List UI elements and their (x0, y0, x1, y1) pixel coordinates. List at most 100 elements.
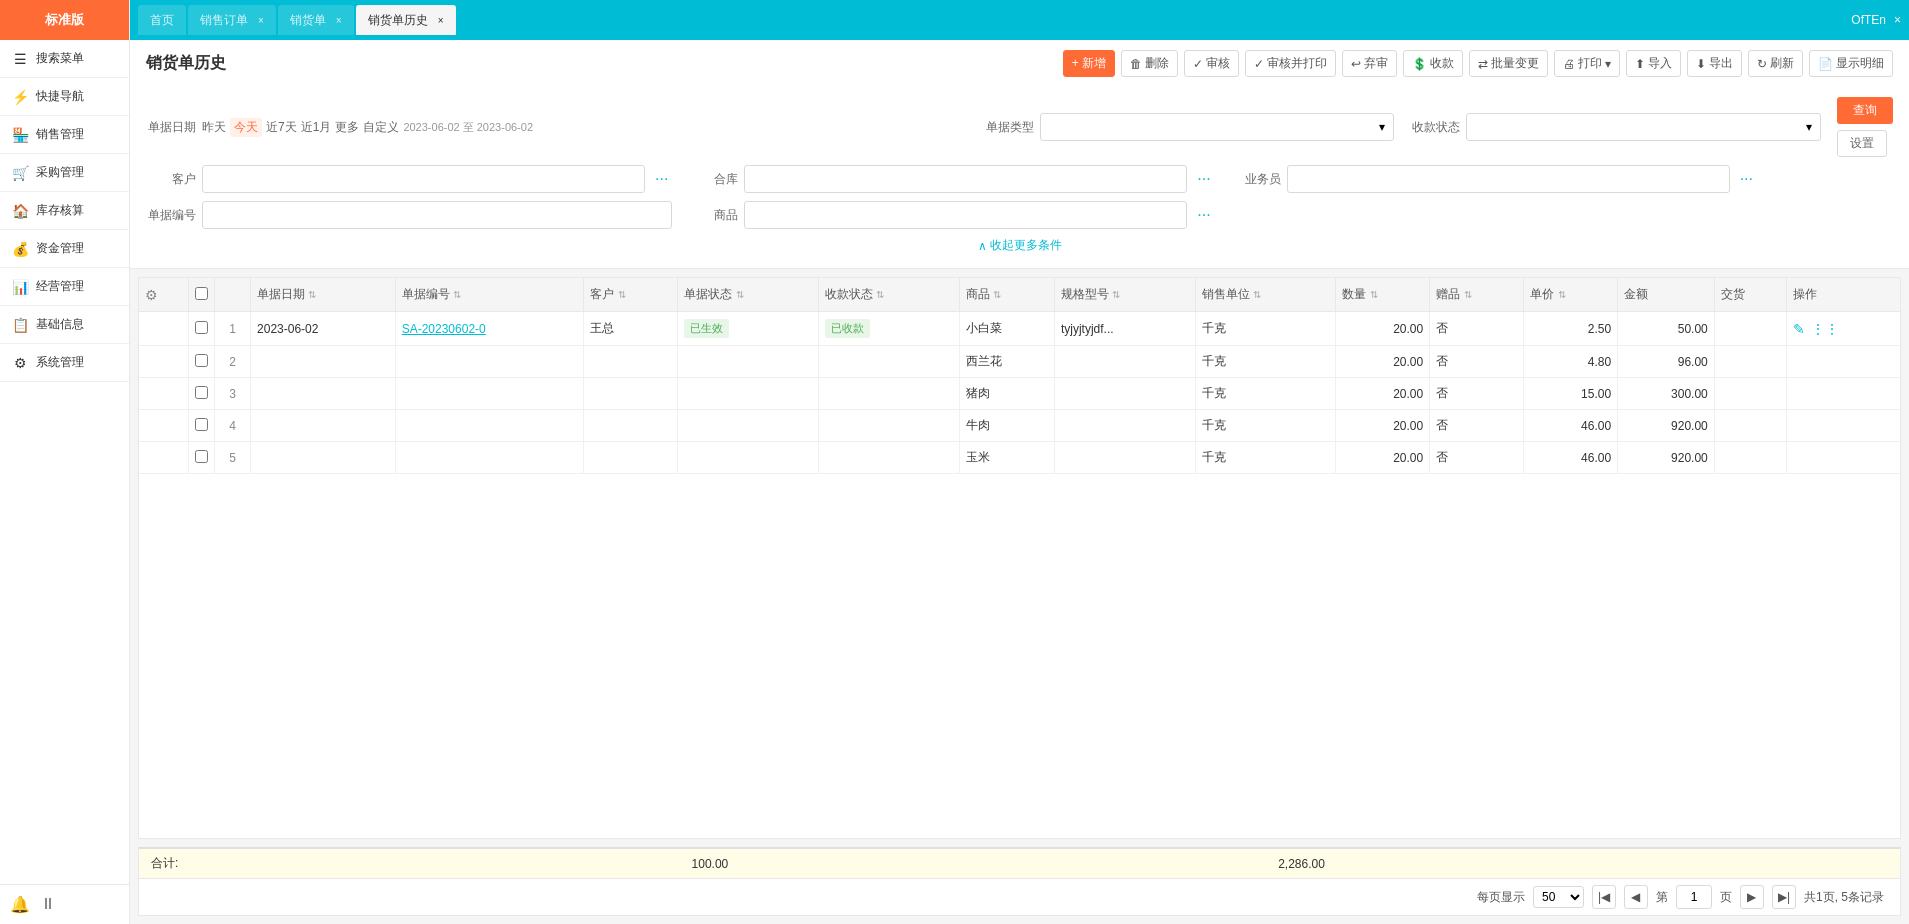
warehouse-input[interactable] (744, 165, 1187, 193)
business-ellipsis[interactable]: ··· (1736, 170, 1757, 188)
date-7days[interactable]: 近7天 (266, 119, 297, 136)
warehouse-ellipsis[interactable]: ··· (1193, 170, 1214, 188)
tab-sales-order[interactable]: 销售订单 × (188, 5, 276, 35)
td-no: 3 (215, 378, 251, 410)
sidebar-item-operations[interactable]: 📊 经营管理 (0, 268, 129, 306)
row-checkbox[interactable] (195, 321, 208, 334)
page-label: 第 (1656, 889, 1668, 906)
date-more[interactable]: 更多 (335, 119, 359, 136)
th-goods[interactable]: 商品 ⇅ (959, 278, 1054, 312)
first-page-button[interactable]: |◀ (1592, 885, 1616, 909)
th-gift[interactable]: 赠品 ⇅ (1430, 278, 1524, 312)
delete-button[interactable]: 🗑 删除 (1121, 50, 1178, 77)
td-no: 1 (215, 312, 251, 346)
sidebar-item-quick-nav[interactable]: ⚡ 快捷导航 (0, 78, 129, 116)
th-settings[interactable]: ⚙ (139, 278, 189, 312)
date-today[interactable]: 今天 (230, 118, 262, 137)
customer-ellipsis[interactable]: ··· (651, 170, 672, 188)
sidebar-item-basic-info[interactable]: 📋 基础信息 (0, 306, 129, 344)
topbar-right: OfTEn × (1851, 13, 1901, 27)
more-icon[interactable]: ⋮⋮ (1811, 321, 1839, 337)
import-button[interactable]: ⬆ 导入 (1626, 50, 1681, 77)
select-all-checkbox[interactable] (195, 287, 208, 300)
refresh-button[interactable]: ↻ 刷新 (1748, 50, 1803, 77)
sidebar-item-inventory[interactable]: 🏠 库存核算 (0, 192, 129, 230)
sidebar-item-purchase-mgmt[interactable]: 🛒 采购管理 (0, 154, 129, 192)
next-page-button[interactable]: ▶ (1740, 885, 1764, 909)
th-doc-no[interactable]: 单据编号 ⇅ (395, 278, 584, 312)
goods-ellipsis[interactable]: ··· (1193, 206, 1214, 224)
sidebar: 标准版 ☰ 搜索菜单 ⚡ 快捷导航 🏪 销售管理 🛒 采购管理 🏠 库存核算 💰… (0, 0, 130, 924)
collapse-filter-btn[interactable]: ∧ 收起更多条件 (146, 233, 1893, 258)
doc-type-select[interactable]: ▾ (1040, 113, 1395, 141)
audit-print-button[interactable]: ✓ 审核并打印 (1245, 50, 1336, 77)
pay-status-select[interactable]: ▾ (1466, 113, 1821, 141)
docstatus-sort-icon: ⇅ (736, 289, 744, 300)
page-number-input[interactable] (1676, 885, 1712, 909)
collect-button[interactable]: 💲 收款 (1403, 50, 1463, 77)
doc-no-link[interactable]: SA-20230602-0 (402, 322, 486, 336)
td-settings (139, 346, 189, 378)
row-checkbox[interactable] (195, 386, 208, 399)
sidebar-item-finance[interactable]: 💰 资金管理 (0, 230, 129, 268)
th-doc-status[interactable]: 单据状态 ⇅ (678, 278, 819, 312)
new-button[interactable]: + 新增 (1063, 50, 1115, 77)
main-area: 首页 销售订单 × 销货单 × 销货单历史 × OfTEn × 销货单历史 + … (130, 0, 1909, 924)
date-yesterday[interactable]: 昨天 (202, 119, 226, 136)
sidebar-item-system-mgmt[interactable]: ⚙ 系统管理 (0, 344, 129, 382)
sidebar-item-search-menu[interactable]: ☰ 搜索菜单 (0, 40, 129, 78)
abandon-button[interactable]: ↩ 弃审 (1342, 50, 1397, 77)
tab-home[interactable]: 首页 (138, 5, 186, 35)
goods-sort-icon: ⇅ (993, 289, 1001, 300)
settings-button[interactable]: 设置 (1837, 130, 1887, 157)
date-custom[interactable]: 自定义 (363, 119, 399, 136)
tab-sales-history-close[interactable]: × (438, 15, 444, 26)
row-checkbox[interactable] (195, 418, 208, 431)
column-settings-icon[interactable]: ⚙ (145, 287, 158, 303)
th-checkbox (189, 278, 215, 312)
td-date (251, 378, 396, 410)
pause-icon[interactable]: ⏸ (40, 895, 56, 914)
notification-icon[interactable]: 🔔 (10, 895, 30, 914)
th-customer[interactable]: 客户 ⇅ (584, 278, 678, 312)
td-gift: 否 (1430, 346, 1524, 378)
operations-icon: 📊 (12, 279, 28, 295)
business-input[interactable] (1287, 165, 1730, 193)
th-qty[interactable]: 数量 ⇅ (1336, 278, 1430, 312)
print-button[interactable]: 🖨 打印 ▾ (1554, 50, 1620, 77)
doc-no-input[interactable] (202, 201, 672, 229)
row-checkbox[interactable] (195, 450, 208, 463)
sidebar-item-sales-mgmt[interactable]: 🏪 销售管理 (0, 116, 129, 154)
date-1month[interactable]: 近1月 (301, 119, 332, 136)
th-pay-status[interactable]: 收款状态 ⇅ (819, 278, 960, 312)
th-unit[interactable]: 销售单位 ⇅ (1195, 278, 1336, 312)
row-checkbox[interactable] (195, 354, 208, 367)
show-detail-button[interactable]: 📄 显示明细 (1809, 50, 1893, 77)
query-button[interactable]: 查询 (1837, 97, 1893, 124)
th-price[interactable]: 单价 ⇅ (1524, 278, 1618, 312)
business-label: 业务员 (1231, 171, 1281, 188)
export-button[interactable]: ⬇ 导出 (1687, 50, 1742, 77)
tab-sales-history[interactable]: 销货单历史 × (356, 5, 456, 35)
th-date[interactable]: 单据日期 ⇅ (251, 278, 396, 312)
purchase-icon: 🛒 (12, 165, 28, 181)
td-doc-no (395, 442, 584, 474)
tab-sales-delivery-close[interactable]: × (336, 15, 342, 26)
import-label: 导入 (1648, 55, 1672, 72)
goods-input[interactable] (744, 201, 1187, 229)
summary-row: 合计: 100.00 2,286.00 (138, 847, 1901, 879)
batch-change-button[interactable]: ⇄ 批量变更 (1469, 50, 1548, 77)
th-spec[interactable]: 规格型号 ⇅ (1054, 278, 1195, 312)
filter-pay-status: 收款状态 ▾ (1410, 97, 1821, 157)
last-page-button[interactable]: ▶| (1772, 885, 1796, 909)
edit-icon[interactable]: ✎ (1793, 321, 1805, 337)
td-trade (1714, 346, 1786, 378)
topbar-close-icon[interactable]: × (1894, 13, 1901, 27)
tab-sales-delivery[interactable]: 销货单 × (278, 5, 354, 35)
tab-sales-order-close[interactable]: × (258, 15, 264, 26)
prev-page-button[interactable]: ◀ (1624, 885, 1648, 909)
audit-button[interactable]: ✓ 审核 (1184, 50, 1239, 77)
per-page-select[interactable]: 20 50 100 (1533, 886, 1584, 908)
customer-input[interactable] (202, 165, 645, 193)
date-filter-label: 单据日期 (146, 119, 196, 136)
